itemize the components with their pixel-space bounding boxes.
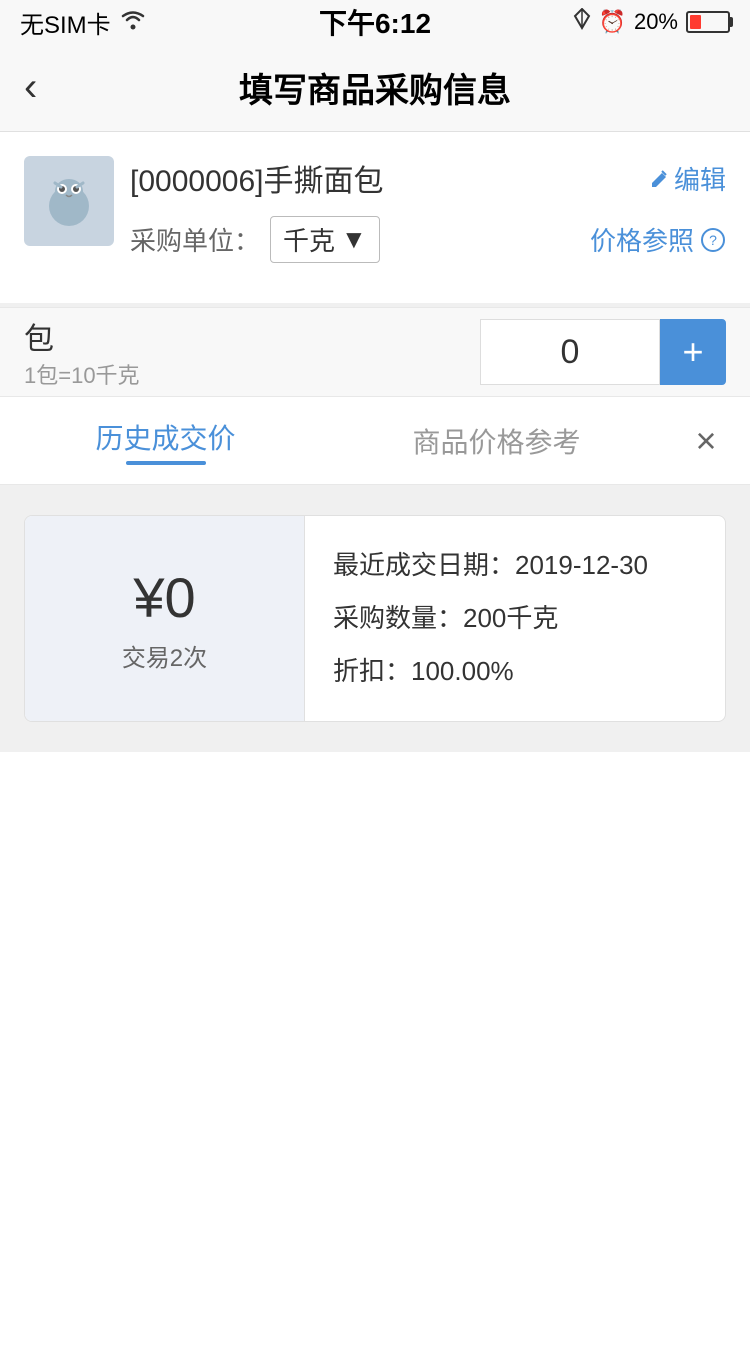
unit-selector[interactable]: 千克 ▼: [270, 216, 380, 263]
edit-button[interactable]: 编辑: [648, 160, 726, 197]
tab-active-indicator: [126, 461, 206, 465]
price-ref-button[interactable]: 价格参照 ?: [590, 221, 726, 258]
wifi-icon: [119, 8, 147, 37]
product-name-row: [0000006]手撕面包 编辑: [130, 156, 726, 200]
recent-date-label: 最近成交日期：: [333, 550, 515, 580]
price-ref-label: 价格参照: [590, 221, 694, 258]
signal-text: 无SIM卡: [20, 5, 111, 40]
svg-text:?: ?: [709, 232, 717, 248]
tab-price-ref-label: 商品价格参考: [412, 421, 580, 461]
dropdown-arrow-icon: ▼: [341, 224, 367, 255]
tab-bar: 历史成交价 商品价格参考 ×: [0, 397, 750, 485]
price-amount: ¥0: [133, 565, 195, 630]
quantity-row: 包 1包=10千克 0 +: [0, 307, 750, 397]
tab-history-label: 历史成交价: [95, 417, 235, 457]
alarm-icon: ⏰: [599, 9, 626, 35]
quantity-unit-name: 包: [24, 314, 140, 358]
unit-row: 采购单位： 千克 ▼ 价格参照 ?: [130, 216, 726, 263]
quantity-label: 包 1包=10千克: [24, 314, 140, 390]
tab-product-price-ref[interactable]: 商品价格参考: [331, 397, 662, 484]
recent-date-row: 最近成交日期：2019-12-30: [333, 546, 697, 585]
trade-count: 交易2次: [122, 638, 207, 673]
battery-percent: 20%: [634, 9, 678, 35]
product-card: [0000006]手撕面包 编辑 采购单位： 千克 ▼: [0, 132, 750, 303]
quantity-value: 0: [561, 333, 580, 372]
quantity-conversion: 1包=10千克: [24, 358, 140, 390]
discount-row: 折扣：100.00%: [333, 652, 697, 691]
tab-close-button[interactable]: ×: [662, 397, 750, 485]
product-thumbnail: [24, 156, 114, 246]
discount-value: 100.00%: [411, 656, 514, 686]
unit-label: 采购单位：: [130, 221, 260, 258]
quantity-input[interactable]: 0: [480, 319, 660, 385]
status-bar: 无SIM卡 下午6:12 ⏰ 20%: [0, 0, 750, 44]
close-icon: ×: [695, 420, 716, 462]
product-info: [0000006]手撕面包 编辑 采购单位： 千克 ▼: [130, 156, 726, 263]
purchase-qty-row: 采购数量：200千克: [333, 599, 697, 638]
tab-history-price[interactable]: 历史成交价: [0, 397, 331, 484]
price-summary: ¥0 交易2次: [25, 516, 305, 721]
page-rest: [0, 752, 750, 1352]
price-card: ¥0 交易2次 最近成交日期：2019-12-30 采购数量：200千克 折扣：…: [24, 515, 726, 722]
price-section: ¥0 交易2次 最近成交日期：2019-12-30 采购数量：200千克 折扣：…: [0, 485, 750, 752]
battery-icon: [686, 11, 730, 33]
recent-date-value: 2019-12-30: [515, 550, 648, 580]
unit-value: 千克: [283, 221, 335, 258]
purchase-qty-value: 200千克: [463, 603, 558, 633]
back-button[interactable]: ‹: [24, 65, 37, 110]
nav-bar: ‹ 填写商品采购信息: [0, 44, 750, 132]
unit-left: 采购单位： 千克 ▼: [130, 216, 380, 263]
status-time: 下午6:12: [319, 2, 431, 42]
price-details: 最近成交日期：2019-12-30 采购数量：200千克 折扣：100.00%: [305, 516, 725, 721]
product-header: [0000006]手撕面包 编辑 采购单位： 千克 ▼: [24, 156, 726, 263]
status-left: 无SIM卡: [20, 5, 147, 40]
purchase-qty-label: 采购数量：: [333, 603, 463, 633]
location-icon: [573, 8, 591, 36]
edit-label: 编辑: [674, 160, 726, 197]
product-name: [0000006]手撕面包: [130, 156, 383, 200]
plus-icon: +: [682, 331, 703, 373]
quantity-control: 0 +: [480, 319, 726, 385]
discount-label: 折扣：: [333, 656, 411, 686]
quantity-plus-button[interactable]: +: [660, 319, 726, 385]
status-right: ⏰ 20%: [573, 8, 730, 36]
page-title: 填写商品采购信息: [239, 63, 511, 112]
